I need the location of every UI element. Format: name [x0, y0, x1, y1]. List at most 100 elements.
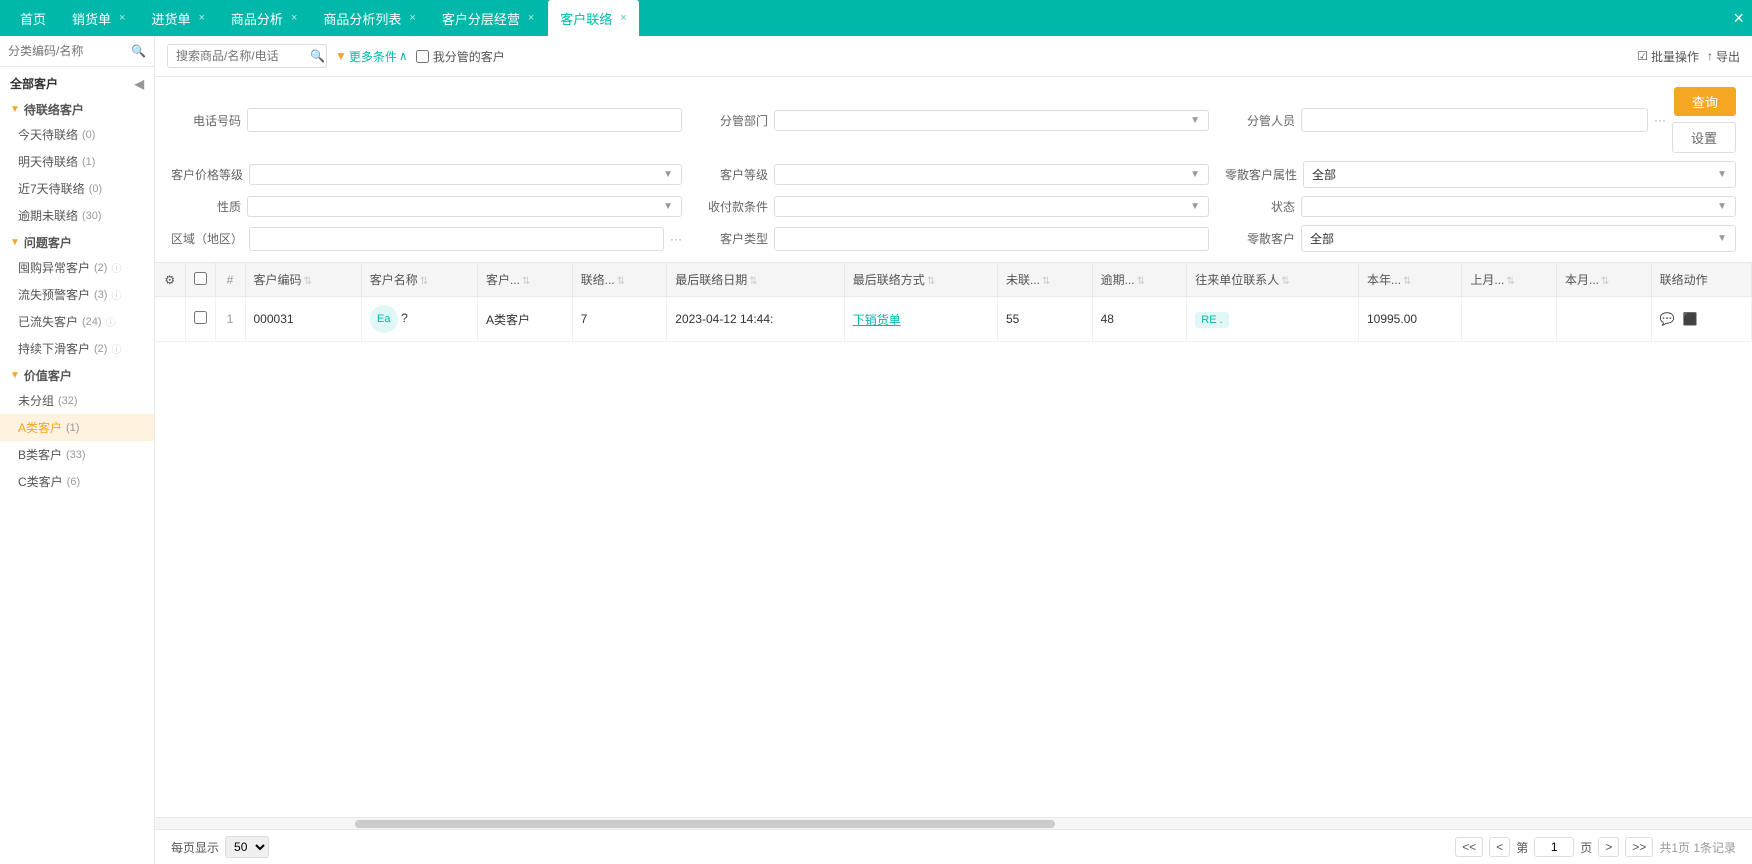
collapse-icon[interactable]: ◀ [135, 77, 144, 91]
manager-input[interactable] [1301, 108, 1648, 132]
triangle-icon: ▼ [10, 104, 20, 115]
row-current-month [1557, 297, 1652, 342]
phone-input[interactable] [247, 108, 682, 132]
status-select[interactable]: ▼ [1301, 196, 1736, 217]
sidebar-item-1-0[interactable]: 囤购异常客户(2)ⓘ [0, 254, 154, 281]
filter-row-scatter: 零散客户 全部 ▼ [1225, 225, 1736, 252]
scrollbar-thumb[interactable] [355, 820, 1055, 828]
row-checkbox[interactable] [194, 311, 207, 324]
my-customers-check[interactable] [416, 50, 429, 63]
my-customers-checkbox[interactable]: 我分管的客户 [416, 48, 505, 65]
header-year[interactable]: 本年...⇅ [1358, 263, 1461, 297]
payment-select[interactable]: ▼ [774, 196, 1209, 217]
search-input-wrapper[interactable]: 🔍 [167, 44, 327, 68]
nav-close-icon[interactable]: × [528, 12, 534, 24]
region-more-button[interactable]: ··· [670, 232, 682, 246]
header-overdue[interactable]: 逾期...⇅ [1092, 263, 1187, 297]
nav-item-首页[interactable]: 首页 [8, 0, 58, 36]
header-checkbox[interactable] [185, 263, 215, 297]
nav-item-客户联络[interactable]: 客户联络× [548, 0, 638, 36]
sidebar-item-0-1[interactable]: 明天待联络(1) [0, 148, 154, 175]
all-customers-header[interactable]: 全部客户 ◀ [0, 67, 154, 96]
sidebar-item-0-2[interactable]: 近7天待联络 (0) [0, 175, 154, 202]
scatter-select[interactable]: 全部 ▼ [1301, 225, 1736, 252]
qr-icon[interactable]: ⬛ [1683, 312, 1698, 326]
nav-close-icon[interactable]: × [198, 12, 204, 24]
sidebar-item-label: C类客户 [18, 473, 63, 490]
sidebar-search-area[interactable]: 🔍 [0, 36, 154, 67]
search-input[interactable] [176, 49, 306, 63]
nav-close-icon[interactable]: × [291, 12, 297, 24]
page-size-select[interactable]: 50 [225, 836, 269, 858]
sidebar-group-1: ▼问题客户囤购异常客户(2)ⓘ流失预警客户(3)ⓘ已流失客户(24)ⓘ持续下滑客… [0, 229, 154, 362]
manager-more-button[interactable]: ··· [1654, 113, 1666, 127]
customer-level-select[interactable]: ▼ [774, 164, 1209, 185]
sidebar-group-label-0[interactable]: ▼待联络客户 [0, 96, 154, 121]
first-page-button[interactable]: << [1455, 837, 1483, 857]
query-button[interactable]: 查询 [1674, 87, 1736, 116]
sidebar-item-2-3[interactable]: C类客户(6) [0, 468, 154, 495]
row-last-method[interactable]: 下销货单 [844, 297, 997, 342]
sidebar-item-1-1[interactable]: 流失预警客户(3)ⓘ [0, 281, 154, 308]
horizontal-scrollbar[interactable] [155, 817, 1752, 829]
dept-select[interactable]: ▼ [774, 110, 1209, 131]
header-unit-contact[interactable]: 往来单位联系人⇅ [1187, 263, 1359, 297]
sidebar-group-label-1[interactable]: ▼问题客户 [0, 229, 154, 254]
sidebar-item-2-2[interactable]: B类客户(33) [0, 441, 154, 468]
row-customer-type: A类客户 [477, 297, 572, 342]
price-level-select[interactable]: ▼ [249, 164, 682, 185]
price-level-label: 客户价格等级 [171, 166, 243, 183]
nav-item-商品分析[interactable]: 商品分析× [219, 0, 309, 36]
customer-type-input[interactable] [774, 227, 1209, 251]
sidebar-item-label: 近7天待联络 [18, 180, 85, 197]
scatter-attr-select[interactable]: 全部 ▼ [1303, 161, 1736, 188]
sidebar-item-1-2[interactable]: 已流失客户(24)ⓘ [0, 308, 154, 335]
nav-close-icon[interactable]: × [409, 12, 415, 24]
sidebar-item-label: A类客户 [18, 419, 62, 436]
next-page-button[interactable]: > [1598, 837, 1619, 857]
header-last-date[interactable]: 最后联络日期⇅ [667, 263, 844, 297]
nav-item-进货单[interactable]: 进货单× [139, 0, 216, 36]
all-customers-label: 全部客户 [10, 75, 58, 92]
row-checkbox-cell[interactable] [185, 297, 215, 342]
header-last-method[interactable]: 最后联络方式⇅ [844, 263, 997, 297]
sidebar-item-2-0[interactable]: 未分组(32) [0, 387, 154, 414]
sidebar-item-0-0[interactable]: 今天待联络(0) [0, 121, 154, 148]
header-name[interactable]: 客户名称⇅ [361, 263, 477, 297]
export-button[interactable]: ↑ 导出 [1707, 48, 1740, 65]
header-code[interactable]: 客户编码⇅ [245, 263, 361, 297]
close-all-button[interactable]: × [1733, 8, 1744, 29]
sidebar-item-1-3[interactable]: 持续下滑客户(2)ⓘ [0, 335, 154, 362]
category-search-input[interactable] [8, 44, 127, 58]
info-icon: ⓘ [106, 314, 116, 329]
sidebar-group-label-2[interactable]: ▼价值客户 [0, 362, 154, 387]
header-customer-type[interactable]: 客户...⇅ [477, 263, 572, 297]
more-conditions-button[interactable]: ▼ 更多条件 ∧ [335, 48, 408, 65]
sidebar-item-0-3[interactable]: 逾期未联络(30) [0, 202, 154, 229]
select-all-checkbox[interactable] [194, 272, 207, 285]
settings-button[interactable]: 设置 [1672, 122, 1736, 153]
chat-icon[interactable]: 💬 [1660, 312, 1675, 326]
header-contact[interactable]: 联络...⇅ [572, 263, 667, 297]
filter-row-customer-type: 客户类型 [698, 225, 1209, 252]
header-current-month[interactable]: 本月...⇅ [1557, 263, 1652, 297]
top-navigation: 首页销货单×进货单×商品分析×商品分析列表×客户分层经营×客户联络× × [0, 0, 1752, 36]
page-number-input[interactable] [1534, 837, 1574, 857]
nav-item-销货单[interactable]: 销货单× [60, 0, 137, 36]
batch-operation-button[interactable]: ☑ 批量操作 [1637, 48, 1699, 65]
nav-close-icon[interactable]: × [620, 12, 626, 24]
prev-page-button[interactable]: < [1489, 837, 1510, 857]
sidebar-item-2-1[interactable]: A类客户(1) [0, 414, 154, 441]
header-settings[interactable]: ⚙ [155, 263, 185, 297]
contact-method-link[interactable]: 下销货单 [853, 313, 901, 327]
nav-item-客户分层经营[interactable]: 客户分层经营× [430, 0, 546, 36]
region-input[interactable] [249, 227, 664, 251]
last-page-button[interactable]: >> [1625, 837, 1653, 857]
count-badge: (0) [89, 183, 102, 195]
count-badge: (32) [58, 395, 78, 407]
header-no-contact[interactable]: 未联...⇅ [997, 263, 1092, 297]
nature-select[interactable]: ▼ [247, 196, 682, 217]
nav-close-icon[interactable]: × [119, 12, 125, 24]
nav-item-商品分析列表[interactable]: 商品分析列表× [311, 0, 427, 36]
header-last-month[interactable]: 上月...⇅ [1462, 263, 1557, 297]
